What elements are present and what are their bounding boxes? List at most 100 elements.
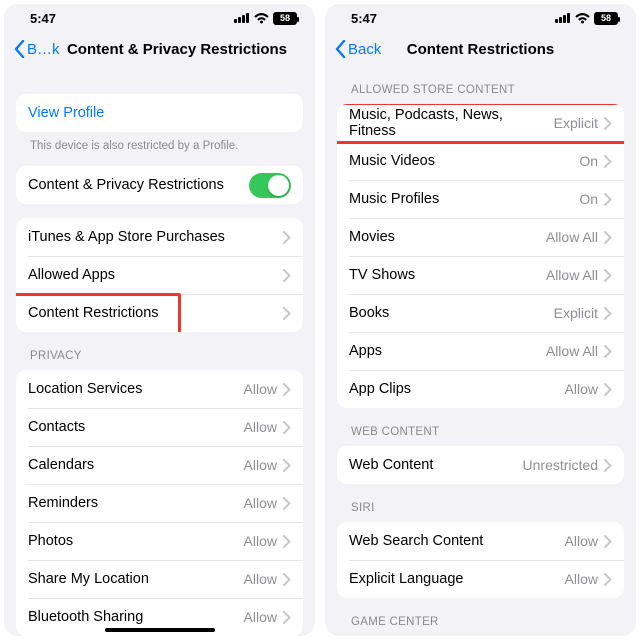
contacts-row[interactable]: Contacts Allow xyxy=(16,408,303,446)
itunes-row[interactable]: iTunes & App Store Purchases xyxy=(16,218,303,256)
chevron-right-icon xyxy=(604,193,612,206)
tv-label: TV Shows xyxy=(349,267,546,283)
chevron-right-icon xyxy=(604,535,612,548)
content-restrictions-label: Content Restrictions xyxy=(28,305,283,321)
master-toggle-row: Content & Privacy Restrictions xyxy=(16,166,303,204)
allowed-apps-row[interactable]: Allowed Apps xyxy=(16,256,303,294)
music-profiles-row[interactable]: Music Profiles On xyxy=(337,180,624,218)
chevron-right-icon xyxy=(604,307,612,320)
chevron-left-icon xyxy=(14,40,25,58)
chevron-right-icon xyxy=(283,535,291,548)
share-location-row[interactable]: Share My Location Allow xyxy=(16,560,303,598)
siri-search-row[interactable]: Web Search Content Allow xyxy=(337,522,624,560)
chevron-right-icon xyxy=(604,231,612,244)
app-clips-row[interactable]: App Clips Allow xyxy=(337,370,624,408)
music-label: Music, Podcasts, News, Fitness xyxy=(349,107,554,139)
privacy-header: PRIVACY xyxy=(30,350,299,362)
status-bar: 5:47 58 xyxy=(325,4,636,32)
store-group: iTunes & App Store Purchases Allowed App… xyxy=(16,218,303,332)
siri-search-value: Allow xyxy=(565,533,598,549)
tv-value: Allow All xyxy=(546,267,598,283)
game-center-header: GAME CENTER xyxy=(351,616,620,628)
movies-row[interactable]: Movies Allow All xyxy=(337,218,624,256)
calendars-row[interactable]: Calendars Allow xyxy=(16,446,303,484)
siri-header: SIRI xyxy=(351,502,620,514)
chevron-right-icon xyxy=(604,155,612,168)
siri-explicit-value: Allow xyxy=(565,571,598,587)
siri-search-label: Web Search Content xyxy=(349,533,565,549)
apps-value: Allow All xyxy=(546,343,598,359)
allowed-store-header: ALLOWED STORE CONTENT xyxy=(351,84,620,96)
siri-group: Web Search Content Allow Explicit Langua… xyxy=(337,522,624,598)
chevron-left-icon xyxy=(335,40,346,58)
web-content-label: Web Content xyxy=(349,457,523,473)
contacts-value: Allow xyxy=(244,419,277,435)
wifi-icon xyxy=(575,13,590,24)
allowed-store-group: Music, Podcasts, News, Fitness Explicit … xyxy=(337,104,624,408)
chevron-right-icon xyxy=(283,573,291,586)
bluetooth-value: Allow xyxy=(244,609,277,625)
app-clips-label: App Clips xyxy=(349,381,565,397)
music-profiles-value: On xyxy=(579,191,598,207)
location-label: Location Services xyxy=(28,381,244,397)
reminders-label: Reminders xyxy=(28,495,244,511)
chevron-right-icon xyxy=(283,269,291,282)
chevron-right-icon xyxy=(604,383,612,396)
books-row[interactable]: Books Explicit xyxy=(337,294,624,332)
back-button[interactable]: Back xyxy=(335,40,381,58)
chevron-right-icon xyxy=(604,345,612,358)
back-label: Back xyxy=(348,41,381,58)
music-profiles-label: Music Profiles xyxy=(349,191,579,207)
chevron-right-icon xyxy=(283,231,291,244)
photos-value: Allow xyxy=(244,533,277,549)
chevron-right-icon xyxy=(283,611,291,624)
home-indicator xyxy=(105,628,215,632)
music-row[interactable]: Music, Podcasts, News, Fitness Explicit xyxy=(337,104,624,142)
master-toggle[interactable] xyxy=(249,173,291,198)
apps-label: Apps xyxy=(349,343,546,359)
tv-row[interactable]: TV Shows Allow All xyxy=(337,256,624,294)
content-restrictions-row[interactable]: Content Restrictions xyxy=(16,294,303,332)
music-videos-label: Music Videos xyxy=(349,153,579,169)
reminders-value: Allow xyxy=(244,495,277,511)
reminders-row[interactable]: Reminders Allow xyxy=(16,484,303,522)
view-profile-row[interactable]: View Profile xyxy=(16,94,303,132)
web-content-row[interactable]: Web Content Unrestricted xyxy=(337,446,624,484)
profile-group: View Profile xyxy=(16,94,303,132)
bluetooth-label: Bluetooth Sharing xyxy=(28,609,244,625)
share-location-value: Allow xyxy=(244,571,277,587)
chevron-right-icon xyxy=(604,117,612,130)
music-videos-row[interactable]: Music Videos On xyxy=(337,142,624,180)
signal-icon xyxy=(555,13,571,23)
chevron-right-icon xyxy=(283,383,291,396)
chevron-right-icon xyxy=(283,459,291,472)
phone-left: 5:47 58 B…k Content & Privacy Restrictio… xyxy=(4,4,315,636)
contacts-label: Contacts xyxy=(28,419,244,435)
phone-right: 5:47 58 Back Content Restrictions ALLOWE… xyxy=(325,4,636,636)
photos-row[interactable]: Photos Allow xyxy=(16,522,303,560)
signal-icon xyxy=(234,13,250,23)
web-content-value: Unrestricted xyxy=(523,457,598,473)
music-value: Explicit xyxy=(554,115,598,131)
status-time: 5:47 xyxy=(30,11,56,26)
chevron-right-icon xyxy=(604,573,612,586)
chevron-right-icon xyxy=(283,421,291,434)
location-row[interactable]: Location Services Allow xyxy=(16,370,303,408)
photos-label: Photos xyxy=(28,533,244,549)
back-button[interactable]: B…k xyxy=(14,40,60,58)
calendars-value: Allow xyxy=(244,457,277,473)
chevron-right-icon xyxy=(283,497,291,510)
apps-row[interactable]: Apps Allow All xyxy=(337,332,624,370)
books-value: Explicit xyxy=(554,305,598,321)
web-content-group: Web Content Unrestricted xyxy=(337,446,624,484)
itunes-label: iTunes & App Store Purchases xyxy=(28,229,283,245)
music-videos-value: On xyxy=(579,153,598,169)
chevron-right-icon xyxy=(604,269,612,282)
siri-explicit-row[interactable]: Explicit Language Allow xyxy=(337,560,624,598)
profile-footnote: This device is also restricted by a Prof… xyxy=(30,140,299,152)
nav-bar: Back Content Restrictions xyxy=(325,32,636,66)
chevron-right-icon xyxy=(283,307,291,320)
status-time: 5:47 xyxy=(351,11,377,26)
movies-value: Allow All xyxy=(546,229,598,245)
movies-label: Movies xyxy=(349,229,546,245)
